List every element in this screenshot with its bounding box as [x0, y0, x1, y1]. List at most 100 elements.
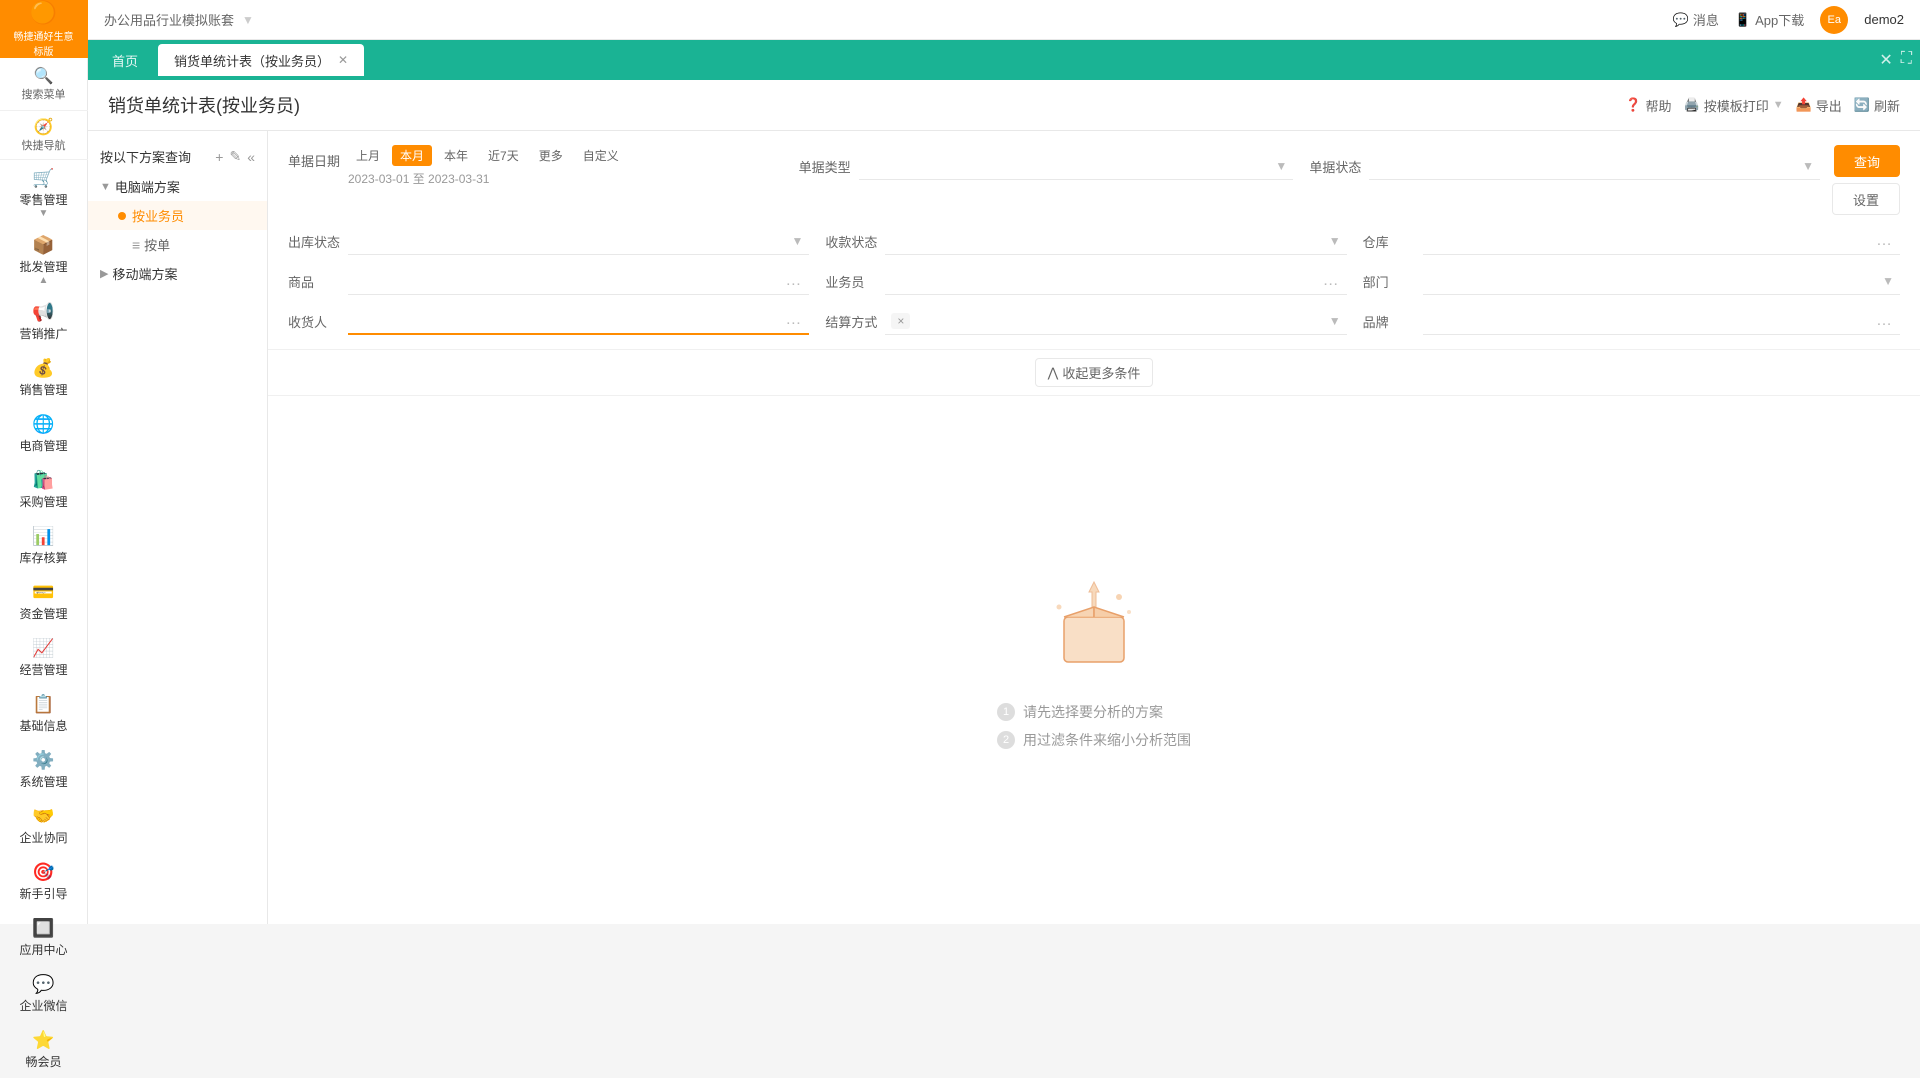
sidebar-item-ecommerce[interactable]: 🌐 电商管理: [0, 406, 88, 462]
enterprise-label: 企业协同: [19, 829, 67, 846]
help-button[interactable]: ❓ 帮助: [1625, 96, 1671, 115]
tab-home[interactable]: 首页: [96, 44, 154, 76]
breadcrumb-text: 办公用品行业模拟账套: [104, 10, 234, 29]
date-tab-custom[interactable]: 自定义: [575, 145, 627, 166]
sidebar-item-finance[interactable]: 💳 资金管理: [0, 574, 88, 630]
page-actions: ❓ 帮助 🖨️ 按模板打印 ▼ 📤 导出 🔄 刷新: [1625, 96, 1900, 127]
filter-row-4: 收货人 … 结算方式 × ▼: [288, 307, 1900, 335]
dept-select[interactable]: ▼: [1423, 267, 1900, 295]
edit-scheme-button[interactable]: ✎: [229, 148, 241, 165]
date-tab-last-month[interactable]: 上月: [348, 145, 388, 166]
logo-sub: 标版: [34, 43, 54, 58]
sidebar-item-system[interactable]: ⚙️ 系统管理: [0, 742, 88, 798]
sidebar-item-sales[interactable]: 💰 销售管理: [0, 350, 88, 406]
filter-status-cell: 单据状态 ▼: [1309, 145, 1820, 187]
sidebar-item-purchase[interactable]: 🛍️ 采购管理: [0, 462, 88, 518]
date-tabs: 上月 本月 本年 近7天 更多 自定义: [348, 145, 783, 166]
collapse-button[interactable]: ⋀ 收起更多条件: [1035, 358, 1154, 387]
consignee-input[interactable]: …: [348, 307, 809, 335]
collapse-panel-button[interactable]: «: [247, 149, 255, 165]
sidebar-search-label: 搜索菜单: [22, 86, 66, 102]
print-button[interactable]: 🖨️ 按模板打印 ▼: [1684, 96, 1784, 115]
app-download-button[interactable]: 📱 App下载: [1735, 10, 1804, 29]
retail-icon: 🛒: [32, 168, 54, 189]
sidebar-item-quick-nav[interactable]: 🧭 快捷导航: [0, 111, 88, 160]
sidebar-item-marketing[interactable]: 📢 营销推广: [0, 294, 88, 350]
date-tab-this-year[interactable]: 本年: [436, 145, 476, 166]
tip-2-text: 用过滤条件来缩小分析范围: [1023, 730, 1191, 750]
dept-chevron-icon: ▼: [1882, 274, 1894, 288]
outstatus-select[interactable]: ▼: [348, 227, 809, 255]
sidebar-item-apps[interactable]: 🔲 应用中心: [0, 910, 88, 966]
date-tab-this-month[interactable]: 本月: [392, 145, 432, 166]
paystatus-select[interactable]: ▼: [885, 227, 1346, 255]
sidebar-item-retail[interactable]: 🛒 零售管理 ▼: [0, 160, 88, 227]
filter-row-1: 单据日期 上月 本月 本年 近7天 更多 自定义: [288, 145, 1900, 215]
tree-item-by-order[interactable]: ≡ 按单: [88, 230, 267, 259]
refresh-button[interactable]: 🔄 刷新: [1854, 96, 1900, 115]
export-button[interactable]: 📤 导出: [1796, 96, 1842, 115]
topbar-right: 💬 消息 📱 App下载 Ea demo2: [1673, 6, 1904, 34]
basic-label: 基础信息: [19, 717, 67, 734]
breadcrumb-dropdown-icon: ▼: [242, 13, 254, 27]
sidebar-item-operations[interactable]: 📈 经营管理: [0, 630, 88, 686]
tab-close-window-icon[interactable]: ✕: [1879, 50, 1892, 70]
sidebar-item-wholesale[interactable]: 📦 批发管理 ▲: [0, 227, 88, 294]
date-tab-7days[interactable]: 近7天: [480, 145, 527, 166]
tree-item-by-salesperson[interactable]: 按业务员: [88, 201, 267, 230]
query-button[interactable]: 查询: [1834, 145, 1900, 177]
status-select[interactable]: ▼: [1369, 152, 1820, 180]
tree-desktop-section[interactable]: ▼ 电脑端方案: [88, 172, 267, 201]
filter-settle-cell: 结算方式 × ▼: [825, 307, 1362, 335]
type-select[interactable]: ▼: [859, 152, 1294, 180]
warehouse-input[interactable]: …: [1423, 227, 1900, 255]
sidebar-item-inventory[interactable]: 📊 库存核算: [0, 518, 88, 574]
operations-icon: 📈: [32, 638, 54, 659]
avatar[interactable]: Ea: [1820, 6, 1848, 34]
app-logo[interactable]: 🟠 畅捷通好生意 标版: [0, 0, 88, 58]
settings-button[interactable]: 设置: [1832, 183, 1900, 215]
sidebar-item-basic[interactable]: 📋 基础信息: [0, 686, 88, 742]
member-icon: ⭐: [32, 1030, 54, 1051]
active-dot-icon: [118, 212, 126, 220]
settle-tag-x[interactable]: ×: [897, 314, 904, 328]
inventory-icon: 📊: [32, 526, 54, 547]
sidebar-item-member[interactable]: ⭐ 畅会员: [0, 1022, 88, 1078]
sidebar-item-search[interactable]: 🔍 搜索菜单: [0, 58, 88, 111]
user-label[interactable]: demo2: [1864, 12, 1904, 27]
tabbar: 首页 销货单统计表（按业务员） ✕ ✕ ⛶: [88, 40, 1920, 80]
sidebar-item-enterprise[interactable]: 🤝 企业协同: [0, 798, 88, 854]
avatar-initial: Ea: [1828, 14, 1841, 26]
filter-outstatus-cell: 出库状态 ▼: [288, 227, 825, 255]
dept-label: 部门: [1363, 272, 1423, 291]
print-label: 按模板打印: [1704, 96, 1769, 115]
date-tab-more[interactable]: 更多: [531, 145, 571, 166]
settle-select[interactable]: × ▼: [885, 307, 1346, 335]
tab-close-icon[interactable]: ✕: [338, 53, 348, 67]
tab-sales-stat-label: 销货单统计表（按业务员）: [174, 51, 330, 70]
left-panel-header: 按以下方案查询 + ✎ «: [88, 141, 267, 172]
salesperson-input[interactable]: …: [885, 267, 1346, 295]
brand-input[interactable]: …: [1423, 307, 1900, 335]
tab-maximize-icon[interactable]: ⛶: [1901, 50, 1912, 70]
refresh-icon: 🔄: [1854, 97, 1870, 113]
action-buttons: 查询 设置: [1832, 145, 1900, 215]
help-label: 帮助: [1645, 96, 1671, 115]
tree-mobile-section[interactable]: ▶ 移动端方案: [88, 259, 267, 288]
outstatus-chevron-icon: ▼: [791, 234, 803, 248]
tab-sales-stat[interactable]: 销货单统计表（按业务员） ✕: [158, 44, 364, 76]
sidebar-item-newbie[interactable]: 🎯 新手引导: [0, 854, 88, 910]
type-chevron-icon: ▼: [1275, 159, 1287, 173]
filter-date-cell: 单据日期 上月 本月 本年 近7天 更多 自定义: [288, 145, 799, 187]
salesperson-dots-icon: …: [1323, 272, 1341, 290]
message-button[interactable]: 💬 消息: [1673, 10, 1719, 29]
goods-input[interactable]: …: [348, 267, 809, 295]
ecommerce-label: 电商管理: [19, 437, 67, 454]
consignee-dots-icon: …: [785, 311, 803, 329]
add-scheme-button[interactable]: +: [215, 149, 223, 165]
tree-by-salesperson-label: 按业务员: [132, 206, 184, 225]
message-icon: 💬: [1673, 12, 1689, 28]
breadcrumb[interactable]: 办公用品行业模拟账套 ▼: [104, 10, 254, 29]
filter-area: 单据日期 上月 本月 本年 近7天 更多 自定义: [268, 131, 1920, 350]
sidebar-item-wechat[interactable]: 💬 企业微信: [0, 966, 88, 1022]
